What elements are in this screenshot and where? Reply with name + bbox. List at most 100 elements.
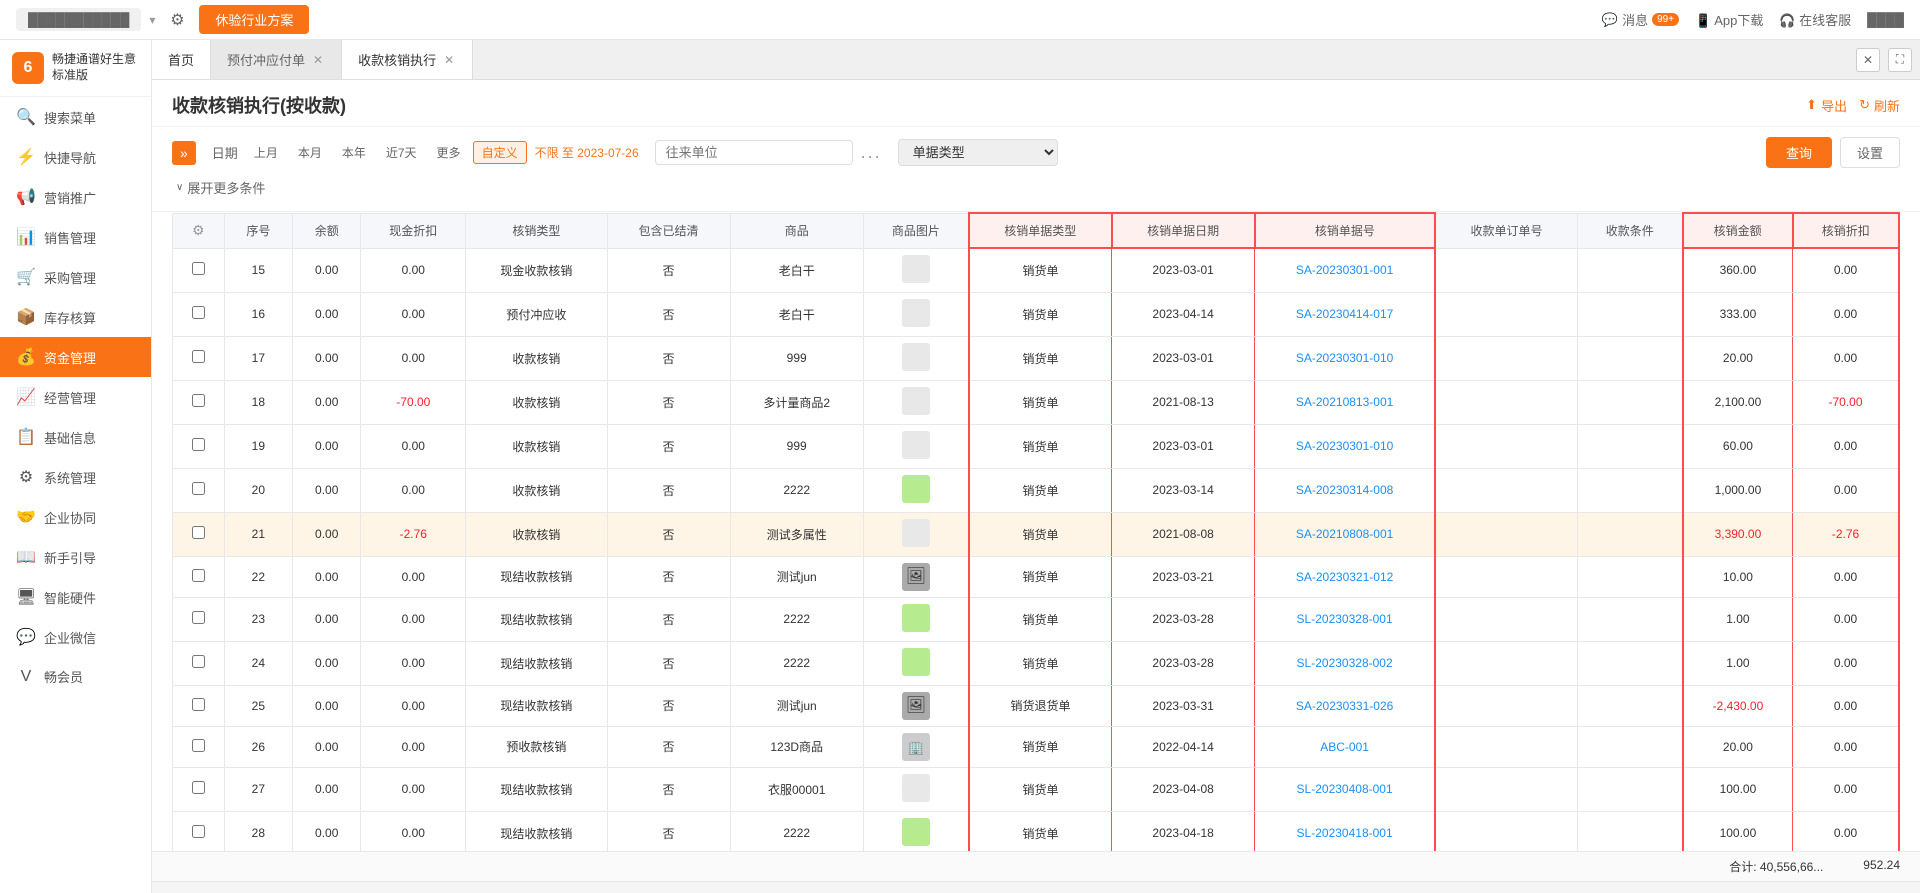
message-badge[interactable]: 💬 消息 99+ xyxy=(1602,10,1679,29)
tab-prepaid[interactable]: 预付冲应付单 ✕ xyxy=(211,40,342,79)
cell-bill-no[interactable]: SA-20230331-026 xyxy=(1255,685,1436,726)
cell-bill-no[interactable]: SL-20230418-001 xyxy=(1255,811,1436,851)
cell-checkbox[interactable] xyxy=(173,248,225,292)
sidebar-item-8[interactable]: 📋基础信息 xyxy=(0,417,151,457)
cell-checkbox[interactable] xyxy=(173,292,225,336)
row-checkbox[interactable] xyxy=(192,262,205,275)
horizontal-scrollbar[interactable] xyxy=(152,881,1920,893)
cell-bill-no[interactable]: SA-20230321-012 xyxy=(1255,556,1436,597)
cell-bill-no[interactable]: SL-20230408-001 xyxy=(1255,767,1436,811)
tab-writeoff[interactable]: 收款核销执行 ✕ xyxy=(342,40,473,79)
sidebar-item-4[interactable]: 🛒采购管理 xyxy=(0,257,151,297)
company-name[interactable]: ███████████ xyxy=(16,8,141,31)
cell-checkbox[interactable] xyxy=(173,336,225,380)
cell-checkbox[interactable] xyxy=(173,597,225,641)
row-checkbox[interactable] xyxy=(192,739,205,752)
bill-no-link[interactable]: SA-20230314-008 xyxy=(1296,483,1393,497)
tab-maximize-button[interactable]: ⛶ xyxy=(1888,48,1912,72)
cell-bill-no[interactable]: SA-20210813-001 xyxy=(1255,380,1436,424)
online-service-link[interactable]: 🎧 在线客服 xyxy=(1779,10,1851,29)
row-checkbox[interactable] xyxy=(192,438,205,451)
sidebar-item-14[interactable]: V畅会员 xyxy=(0,657,151,696)
sidebar-item-2[interactable]: 📢营销推广 xyxy=(0,177,151,217)
industry-button[interactable]: 休验行业方案 xyxy=(199,5,309,34)
sidebar-item-7[interactable]: 📈经营管理 xyxy=(0,377,151,417)
row-checkbox[interactable] xyxy=(192,526,205,539)
date-btn-this-month[interactable]: 本月 xyxy=(290,142,330,163)
th-settings[interactable]: ⚙ xyxy=(173,213,225,248)
cell-checkbox[interactable] xyxy=(173,512,225,556)
sidebar-item-6[interactable]: 💰资金管理 xyxy=(0,337,151,377)
row-checkbox[interactable] xyxy=(192,350,205,363)
date-btn-7days[interactable]: 近7天 xyxy=(378,142,425,163)
cell-checkbox[interactable] xyxy=(173,468,225,512)
cell-checkbox[interactable] xyxy=(173,424,225,468)
sidebar-item-5[interactable]: 📦库存核算 xyxy=(0,297,151,337)
bill-no-link[interactable]: SA-20230301-010 xyxy=(1296,351,1393,365)
tab-writeoff-close[interactable]: ✕ xyxy=(442,51,456,69)
bill-type-select[interactable]: 单据类型 xyxy=(898,139,1058,166)
bill-no-link[interactable]: SA-20230331-026 xyxy=(1296,699,1393,713)
row-checkbox[interactable] xyxy=(192,394,205,407)
date-btn-more[interactable]: 更多 xyxy=(429,142,469,163)
cell-checkbox[interactable] xyxy=(173,685,225,726)
date-btn-custom[interactable]: 自定义 xyxy=(473,141,527,164)
sidebar-item-1[interactable]: ⚡快捷导航 xyxy=(0,137,151,177)
row-checkbox[interactable] xyxy=(192,569,205,582)
refresh-button[interactable]: ↻ 刷新 xyxy=(1859,96,1900,115)
cell-bill-no[interactable]: ABC-001 xyxy=(1255,726,1436,767)
cell-checkbox[interactable] xyxy=(173,811,225,851)
cell-bill-no[interactable]: SL-20230328-001 xyxy=(1255,597,1436,641)
bill-no-link[interactable]: SL-20230328-001 xyxy=(1297,612,1393,626)
cell-bill-no[interactable]: SA-20230314-008 xyxy=(1255,468,1436,512)
filter-toggle-btn[interactable]: » xyxy=(172,141,196,165)
cell-bill-no[interactable]: SA-20230301-001 xyxy=(1255,248,1436,292)
gear-button[interactable]: ⚙ xyxy=(163,6,191,34)
sidebar-item-11[interactable]: 📖新手引导 xyxy=(0,537,151,577)
sidebar-item-3[interactable]: 📊销售管理 xyxy=(0,217,151,257)
sidebar-item-0[interactable]: 🔍搜索菜单 xyxy=(0,97,151,137)
bill-no-link[interactable]: SA-20230414-017 xyxy=(1296,307,1393,321)
sidebar-item-12[interactable]: 🖥智能硬件 xyxy=(0,577,151,617)
cell-checkbox[interactable] xyxy=(173,726,225,767)
cell-checkbox[interactable] xyxy=(173,641,225,685)
sidebar-item-10[interactable]: 🤝企业协同 xyxy=(0,497,151,537)
cell-checkbox[interactable] xyxy=(173,380,225,424)
row-checkbox[interactable] xyxy=(192,655,205,668)
bill-no-link[interactable]: SA-20230321-012 xyxy=(1296,570,1393,584)
cell-bill-no[interactable]: SA-20230301-010 xyxy=(1255,336,1436,380)
app-download-link[interactable]: 📱 App下载 xyxy=(1695,10,1763,29)
bill-no-link[interactable]: SL-20230408-001 xyxy=(1297,782,1393,796)
bill-no-link[interactable]: SA-20210808-001 xyxy=(1296,527,1393,541)
row-checkbox[interactable] xyxy=(192,825,205,838)
cell-bill-no[interactable]: SA-20230414-017 xyxy=(1255,292,1436,336)
tab-home[interactable]: 首页 xyxy=(152,40,211,79)
query-button[interactable]: 查询 xyxy=(1766,137,1832,168)
row-checkbox[interactable] xyxy=(192,306,205,319)
settings-button[interactable]: 设置 xyxy=(1840,137,1900,168)
sidebar-item-9[interactable]: ⚙系统管理 xyxy=(0,457,151,497)
cell-bill-no[interactable]: SL-20230328-002 xyxy=(1255,641,1436,685)
row-checkbox[interactable] xyxy=(192,611,205,624)
cell-checkbox[interactable] xyxy=(173,556,225,597)
sidebar-item-13[interactable]: 💬企业微信 xyxy=(0,617,151,657)
tab-close-all-button[interactable]: ✕ xyxy=(1856,48,1880,72)
bill-no-link[interactable]: SL-20230328-002 xyxy=(1297,656,1393,670)
bill-no-link[interactable]: SA-20230301-010 xyxy=(1296,439,1393,453)
cell-checkbox[interactable] xyxy=(173,767,225,811)
expand-more-btn[interactable]: ∨ 展开更多条件 xyxy=(176,178,1896,197)
row-checkbox[interactable] xyxy=(192,698,205,711)
row-checkbox[interactable] xyxy=(192,781,205,794)
export-button[interactable]: ⬆ 导出 xyxy=(1806,96,1847,115)
bill-no-link[interactable]: SL-20230418-001 xyxy=(1297,826,1393,840)
date-btn-this-year[interactable]: 本年 xyxy=(334,142,374,163)
bill-no-link[interactable]: SA-20230301-001 xyxy=(1296,263,1393,277)
user-name[interactable]: ████ xyxy=(1867,12,1904,27)
bill-no-link[interactable]: SA-20210813-001 xyxy=(1296,395,1393,409)
dropdown-icon[interactable]: ▾ xyxy=(149,13,155,27)
bill-no-link[interactable]: ABC-001 xyxy=(1320,740,1369,754)
row-checkbox[interactable] xyxy=(192,482,205,495)
cell-bill-no[interactable]: SA-20230301-010 xyxy=(1255,424,1436,468)
date-btn-last-month[interactable]: 上月 xyxy=(246,142,286,163)
tab-prepaid-close[interactable]: ✕ xyxy=(311,51,325,69)
